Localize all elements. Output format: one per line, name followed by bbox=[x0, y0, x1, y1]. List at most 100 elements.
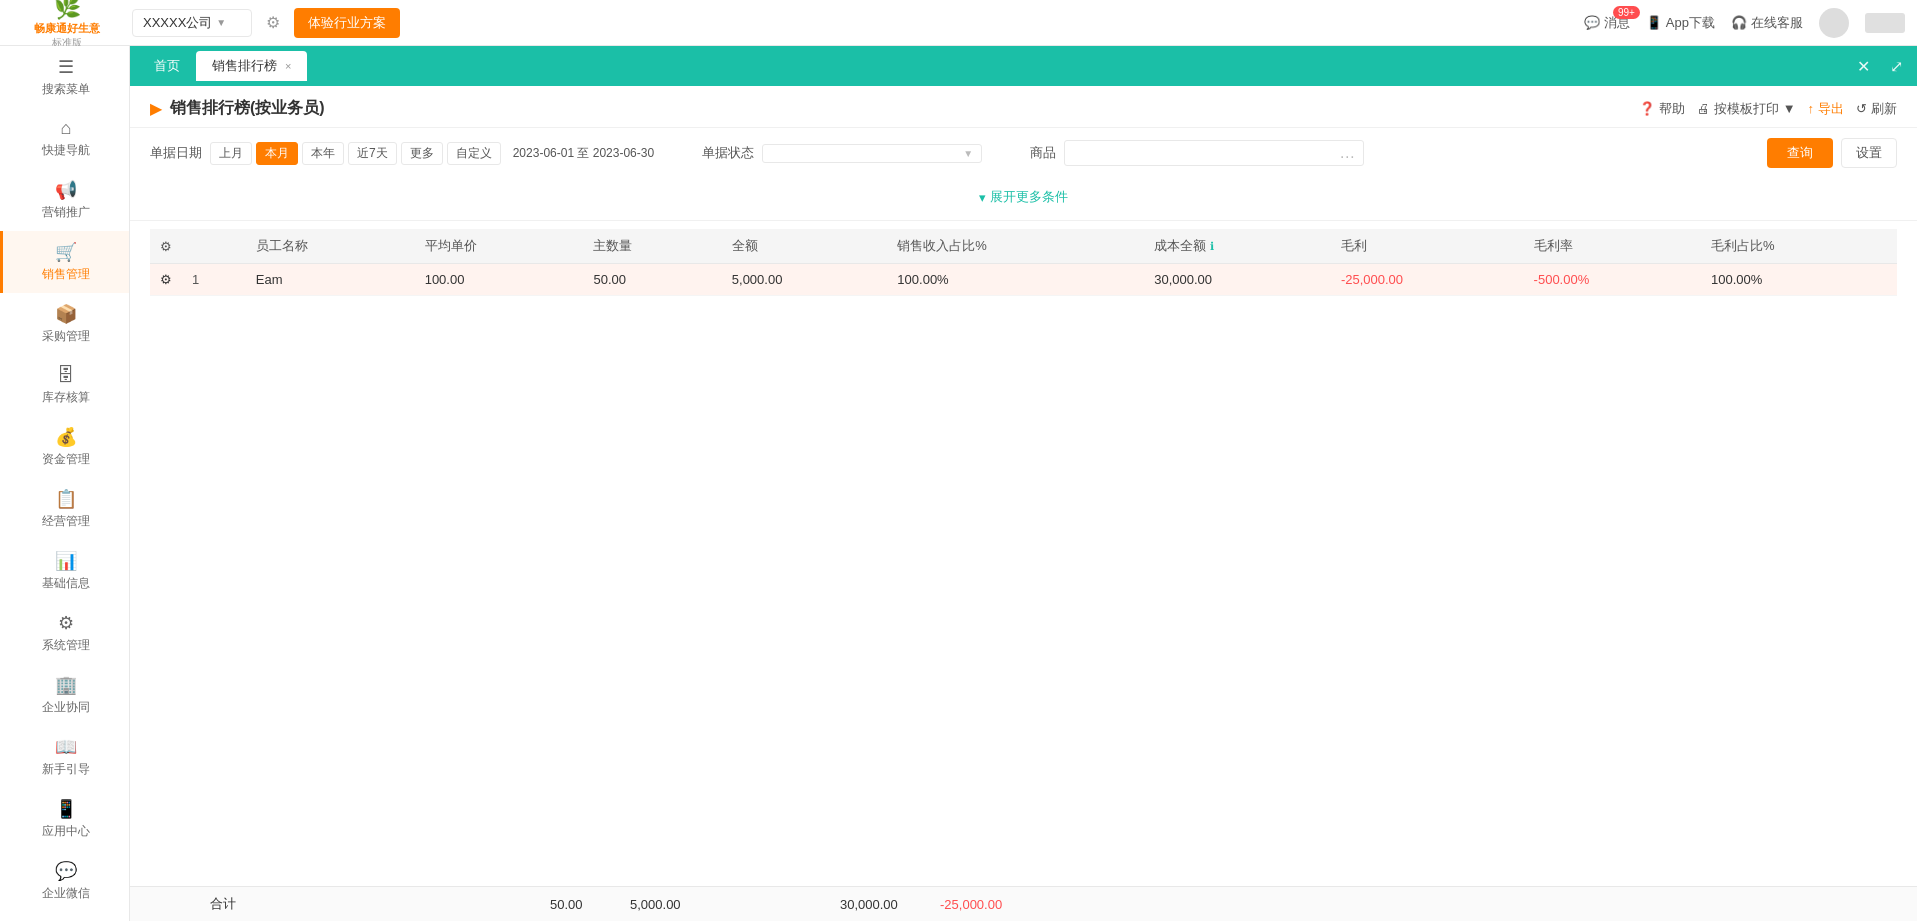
app-download-icon: 📱 bbox=[1646, 15, 1662, 30]
query-button[interactable]: 查询 bbox=[1767, 138, 1833, 168]
sidebar-icon-sales: 🛒 bbox=[55, 241, 77, 263]
goods-more-icon[interactable]: … bbox=[1339, 144, 1355, 162]
data-table: ⚙ 员工名称 平均单价 主数量 全额 销售收入占比% 成本全额 ℹ 毛利 毛利率… bbox=[150, 229, 1897, 296]
sidebar-item-purchase[interactable]: 📦 采购管理 bbox=[0, 293, 129, 355]
home-label: 首页 bbox=[154, 57, 180, 75]
sidebar-item-finance[interactable]: 💰 资金管理 bbox=[0, 416, 129, 478]
sidebar-item-operations[interactable]: 📋 经营管理 bbox=[0, 478, 129, 540]
company-select[interactable]: XXXXX公司 ▼ bbox=[132, 9, 252, 37]
sidebar-item-inventory[interactable]: 🗄 库存核算 bbox=[0, 355, 129, 416]
top-settings-icon[interactable]: ⚙ bbox=[262, 9, 284, 36]
status-dropdown-arrow: ▼ bbox=[963, 148, 973, 159]
date-tab-custom[interactable]: 自定义 bbox=[447, 142, 501, 165]
online-service-button[interactable]: 🎧 在线客服 bbox=[1731, 14, 1803, 32]
row-rank: 1 bbox=[182, 264, 246, 296]
page-back-arrow[interactable]: ▶ bbox=[150, 99, 162, 118]
date-tab-this-month[interactable]: 本月 bbox=[256, 142, 298, 165]
app-download-button[interactable]: 📱 App下载 bbox=[1646, 14, 1715, 32]
tab-expand-icon[interactable]: ⤢ bbox=[1884, 55, 1909, 78]
experience-button[interactable]: 体验行业方案 bbox=[294, 8, 400, 38]
th-name: 员工名称 bbox=[246, 229, 415, 264]
row-avg-price: 100.00 bbox=[415, 264, 584, 296]
sidebar-label-marketing: 营销推广 bbox=[42, 204, 90, 221]
goods-input[interactable]: … bbox=[1064, 140, 1364, 166]
sidebar-item-wechat[interactable]: 💬 企业微信 bbox=[0, 850, 129, 912]
sidebar-label-finance: 资金管理 bbox=[42, 451, 90, 468]
date-tab-this-year[interactable]: 本年 bbox=[302, 142, 344, 165]
tab-sales-ranking-label: 销售排行榜 bbox=[212, 57, 277, 75]
top-right-area: 💬 消息 99+ 📱 App下载 🎧 在线客服 bbox=[1584, 8, 1905, 38]
export-label: 导出 bbox=[1818, 100, 1844, 118]
date-range: 2023-06-01 至 2023-06-30 bbox=[513, 145, 654, 162]
row-gear[interactable]: ⚙ bbox=[150, 264, 182, 296]
sidebar-label-sales: 销售管理 bbox=[42, 266, 90, 283]
page-header: ▶ 销售排行榜(按业务员) ❓ 帮助 🖨 按模板打印 ▼ ↑ 导 bbox=[130, 86, 1917, 128]
th-gear[interactable]: ⚙ bbox=[150, 229, 182, 264]
sidebar-icon-purchase: 📦 bbox=[55, 303, 77, 325]
main-area: ☰ 搜索菜单 ⌂ 快捷导航 📢 营销推广 🛒 销售管理 📦 采购管理 🗄 库存核… bbox=[0, 46, 1917, 921]
goods-filter-label: 商品 bbox=[1030, 144, 1056, 162]
print-icon: 🖨 bbox=[1697, 101, 1710, 116]
logo-icon: 🌿 bbox=[54, 0, 81, 21]
footer-amount: 5,000.00 bbox=[630, 897, 720, 912]
sidebar-label-shortcut: 快捷导航 bbox=[42, 142, 90, 159]
tab-close-icon[interactable]: × bbox=[285, 60, 291, 72]
content-area: 首页 销售排行榜 × ✕ ⤢ ▶ 销售排行榜(按业务员) bbox=[130, 46, 1917, 921]
sidebar-icon-inventory: 🗄 bbox=[57, 365, 75, 386]
expand-label: 展开更多条件 bbox=[990, 188, 1068, 206]
sidebar: ☰ 搜索菜单 ⌂ 快捷导航 📢 营销推广 🛒 销售管理 📦 采购管理 🗄 库存核… bbox=[0, 46, 130, 921]
sidebar-icon-basics: 📊 bbox=[55, 550, 77, 572]
sidebar-item-enterprise[interactable]: 🏢 企业协同 bbox=[0, 664, 129, 726]
tab-right-actions: ✕ ⤢ bbox=[1851, 55, 1909, 78]
print-label: 按模板打印 bbox=[1714, 100, 1779, 118]
expand-conditions-button[interactable]: ▾ 展开更多条件 bbox=[979, 188, 1068, 206]
sidebar-item-guide[interactable]: 📖 新手引导 bbox=[0, 726, 129, 788]
table-row: ⚙ 1 Eam 100.00 50.00 5,000.00 100.00% 30… bbox=[150, 264, 1897, 296]
message-button[interactable]: 💬 消息 99+ bbox=[1584, 14, 1630, 32]
sidebar-item-sales[interactable]: 🛒 销售管理 bbox=[0, 231, 129, 293]
cost-info-icon: ℹ bbox=[1210, 240, 1214, 252]
refresh-icon: ↺ bbox=[1856, 101, 1867, 116]
export-button[interactable]: ↑ 导出 bbox=[1808, 100, 1845, 118]
date-tab-7days[interactable]: 近7天 bbox=[348, 142, 397, 165]
filter-settings-button[interactable]: 设置 bbox=[1841, 138, 1897, 168]
date-tab-more[interactable]: 更多 bbox=[401, 142, 443, 165]
th-profit-pct: 毛利占比% bbox=[1701, 229, 1897, 264]
tab-home[interactable]: 首页 bbox=[138, 51, 196, 81]
sidebar-item-member[interactable]: V 畅会员 bbox=[0, 912, 129, 921]
page-title: 销售排行榜(按业务员) bbox=[170, 98, 325, 119]
sidebar-icon-shortcut: ⌂ bbox=[61, 118, 72, 139]
sidebar-item-system[interactable]: ⚙ 系统管理 bbox=[0, 602, 129, 664]
sidebar-icon-apps: 📱 bbox=[55, 798, 77, 820]
sidebar-items: ☰ 搜索菜单 ⌂ 快捷导航 📢 营销推广 🛒 销售管理 📦 采购管理 🗄 库存核… bbox=[0, 46, 129, 921]
help-button[interactable]: ❓ 帮助 bbox=[1639, 100, 1685, 118]
sidebar-item-search[interactable]: ☰ 搜索菜单 bbox=[0, 46, 129, 108]
row-name: Eam bbox=[246, 264, 415, 296]
sidebar-label-basics: 基础信息 bbox=[42, 575, 90, 592]
sidebar-item-apps[interactable]: 📱 应用中心 bbox=[0, 788, 129, 850]
expand-row: ▾ 展开更多条件 bbox=[150, 184, 1897, 210]
sidebar-label-search: 搜索菜单 bbox=[42, 81, 90, 98]
refresh-button[interactable]: ↺ 刷新 bbox=[1856, 100, 1897, 118]
user-avatar[interactable] bbox=[1819, 8, 1849, 38]
export-icon: ↑ bbox=[1808, 101, 1815, 116]
help-icon: ❓ bbox=[1639, 101, 1655, 116]
row-profit-pct: 100.00% bbox=[1701, 264, 1897, 296]
status-select[interactable]: ▼ bbox=[762, 144, 982, 163]
headset-icon: 🎧 bbox=[1731, 15, 1747, 30]
logo-text: 畅康通好生意 bbox=[34, 21, 100, 36]
tab-close-window-icon[interactable]: ✕ bbox=[1851, 55, 1876, 78]
th-cost-amount: 成本全额 ℹ bbox=[1144, 229, 1331, 264]
date-tab-last-month[interactable]: 上月 bbox=[210, 142, 252, 165]
company-dropdown-arrow: ▼ bbox=[216, 17, 226, 28]
tab-sales-ranking[interactable]: 销售排行榜 × bbox=[196, 51, 307, 81]
th-profit: 毛利 bbox=[1331, 229, 1524, 264]
sidebar-item-marketing[interactable]: 📢 营销推广 bbox=[0, 169, 129, 231]
sidebar-item-basics[interactable]: 📊 基础信息 bbox=[0, 540, 129, 602]
row-main-qty: 50.00 bbox=[583, 264, 721, 296]
sidebar-item-shortcut[interactable]: ⌂ 快捷导航 bbox=[0, 108, 129, 169]
print-template-button[interactable]: 🖨 按模板打印 ▼ bbox=[1697, 100, 1796, 118]
help-label: 帮助 bbox=[1659, 100, 1685, 118]
sidebar-icon-search: ☰ bbox=[58, 56, 74, 78]
table-footer: 合计 50.00 5,000.00 30,000.00 -25,000.00 bbox=[130, 886, 1917, 921]
